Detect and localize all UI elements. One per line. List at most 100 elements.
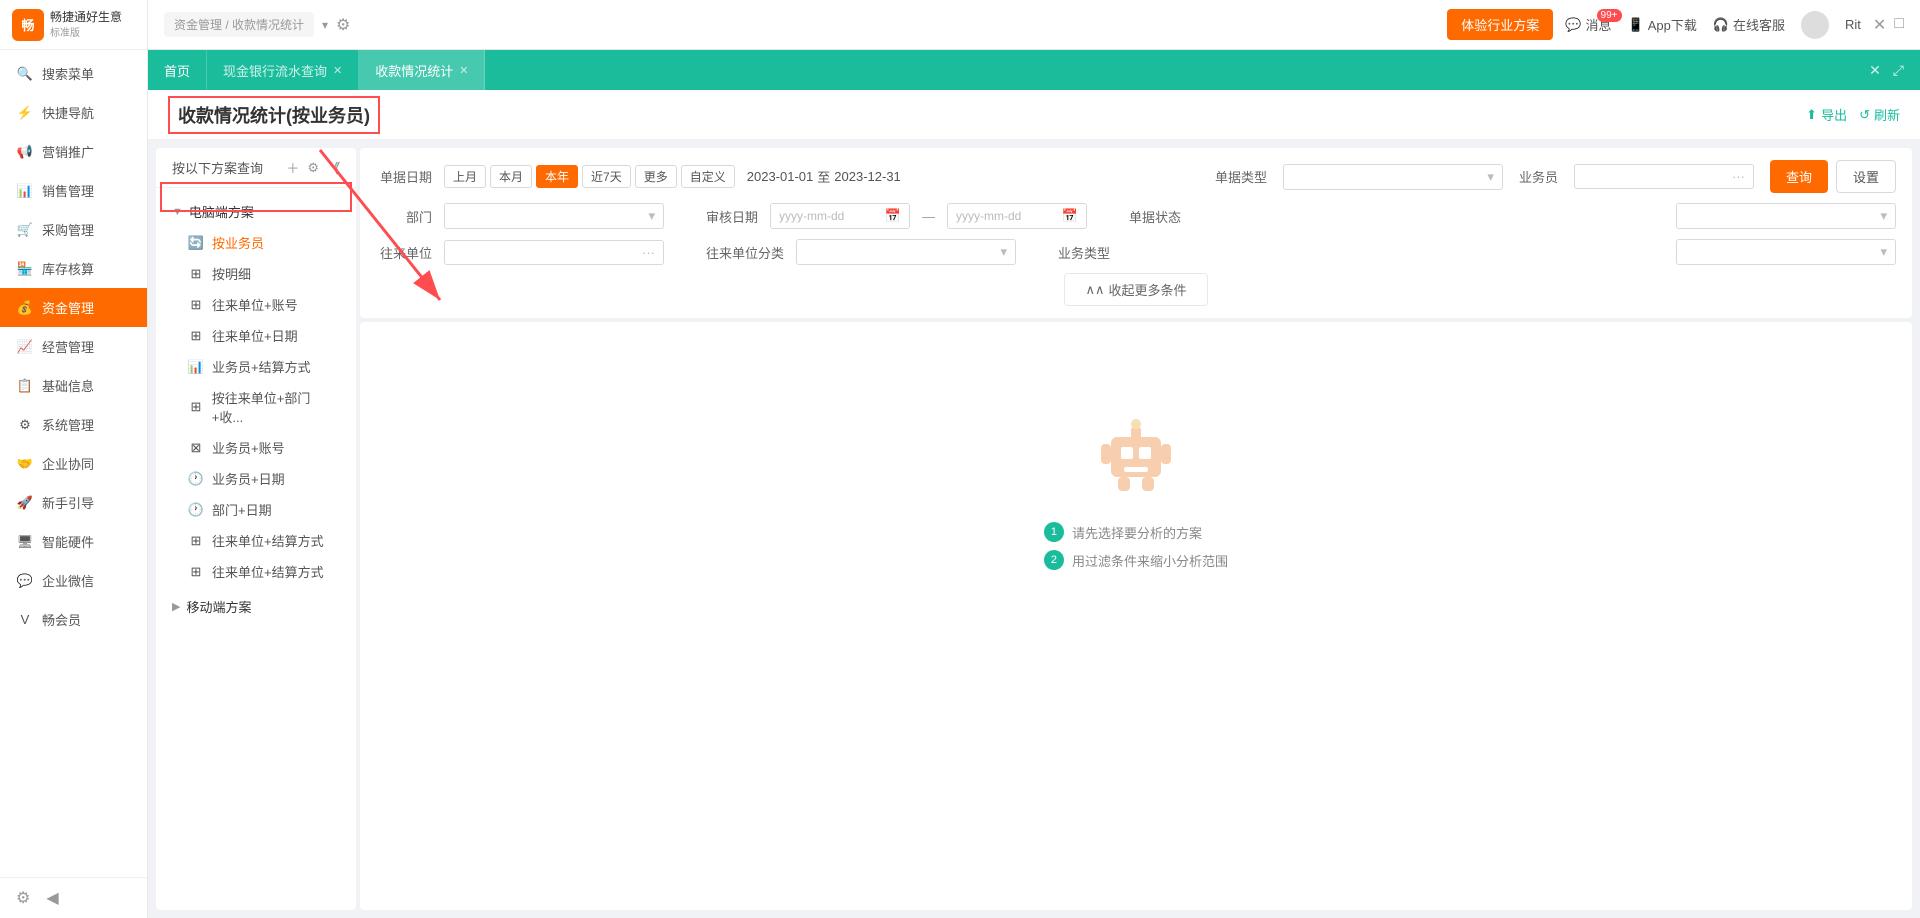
tab-close-collection-stat[interactable]: ✕ <box>459 64 468 77</box>
scheme-panel-header: 按以下方案查询 ＋ ⚙ 《 <box>156 148 356 188</box>
refresh-btn[interactable]: ↺ 刷新 <box>1859 105 1900 124</box>
tab-collection-stat[interactable]: 收款情况统计✕ <box>359 50 485 90</box>
review-date-end[interactable]: yyyy-mm-dd 📅 <box>947 203 1087 229</box>
manage-scheme-icon[interactable]: ⚙ <box>307 160 319 176</box>
review-date-start[interactable]: yyyy-mm-dd 📅 <box>770 203 910 229</box>
sidebar: 畅 畅捷通好生意 标准版 🔍 搜索菜单 ⚡ 快捷导航 📢 营销推广 📊 销售管理… <box>0 0 148 918</box>
partner-category-label: 往来单位分类 <box>706 243 784 262</box>
scheme-panel-title: 按以下方案查询 <box>172 158 278 177</box>
date-btn-this-year[interactable]: 本年 <box>536 165 578 188</box>
date-btn-last-month[interactable]: 上月 <box>444 165 486 188</box>
sidebar-item-search[interactable]: 🔍 搜索菜单 <box>0 54 147 93</box>
date-btn-7days[interactable]: 近7天 <box>582 165 631 188</box>
sidebar-label-search: 搜索菜单 <box>42 64 94 83</box>
review-date-label: 审核日期 <box>706 207 758 226</box>
window-max-btn[interactable]: □ <box>1894 15 1904 35</box>
scheme-item-dept-date[interactable]: 🕐 部门+日期 <box>156 494 356 525</box>
window-close-btn[interactable]: ✕ <box>1873 15 1886 35</box>
scheme-group-mobile[interactable]: ▶ 移动端方案 <box>156 591 356 622</box>
date-btn-more[interactable]: 更多 <box>635 165 677 188</box>
sidebar-item-marketing[interactable]: 📢 营销推广 <box>0 132 147 171</box>
topbar-gear-icon[interactable]: ⚙ <box>336 15 350 35</box>
sidebar-item-enterprise[interactable]: 🤝 企业协同 <box>0 444 147 483</box>
dept-select[interactable]: ▾ <box>444 203 664 229</box>
query-btn[interactable]: 查询 <box>1770 160 1828 193</box>
topbar-app-download[interactable]: 📱 App下载 <box>1628 15 1697 34</box>
sales-icon: 📊 <box>16 182 34 200</box>
sidebar-item-wechat[interactable]: 💬 企业微信 <box>0 561 147 600</box>
enterprise-icon: 🤝 <box>16 455 34 473</box>
sidebar-item-warehouse[interactable]: 🏪 库存核算 <box>0 249 147 288</box>
scheme-item-salesman-account[interactable]: ⊠ 业务员+账号 <box>156 432 356 463</box>
export-btn[interactable]: ⬆ 导出 <box>1806 105 1847 124</box>
setting-btn[interactable]: 设置 <box>1836 160 1896 193</box>
trial-btn[interactable]: 体验行业方案 <box>1447 9 1553 40</box>
sidebar-item-quick-nav[interactable]: ⚡ 快捷导航 <box>0 93 147 132</box>
sidebar-item-guide[interactable]: 🚀 新手引导 <box>0 483 147 522</box>
partner-category-select[interactable]: ▾ <box>796 239 1016 265</box>
topbar-right: 💬 消息 99+ 📱 App下载 🎧 在线客服 Rit <box>1565 11 1861 39</box>
scheme-item-partner-account[interactable]: ⊞ 往来单位+账号 <box>156 289 356 320</box>
scheme-item-by-detail[interactable]: ⊞ 按明细 <box>156 258 356 289</box>
doc-status-label: 单据状态 <box>1129 207 1181 226</box>
filter-row-3: 往来单位 ··· 往来单位分类 ▾ 业务类型 <box>376 239 1896 265</box>
page-header: 收款情况统计(按业务员) ⬆ 导出 ↺ 刷新 <box>148 90 1920 140</box>
collapse-btn[interactable]: ∧∧ 收起更多条件 <box>1064 273 1207 306</box>
sidebar-item-smart-hw[interactable]: 🖥 智能硬件 <box>0 522 147 561</box>
user-avatar[interactable] <box>1801 11 1829 39</box>
doc-status-select[interactable]: ▾ <box>1676 203 1896 229</box>
sidebar-item-business[interactable]: 📈 经营管理 <box>0 327 147 366</box>
date-separator: 至 <box>817 167 830 186</box>
scheme-item-salesman-date[interactable]: 🕐 业务员+日期 <box>156 463 356 494</box>
business-type-select[interactable]: ▾ <box>1676 239 1896 265</box>
date-btn-this-month[interactable]: 本月 <box>490 165 532 188</box>
scheme-group-pc[interactable]: ▼ 电脑端方案 <box>156 196 356 227</box>
filter-row1-right: 单据类型 ▾ 业务员 ··· 查询 <box>1215 160 1896 193</box>
scheme-item-label-partner-payment1: 往来单位+结算方式 <box>212 531 324 550</box>
sidebar-item-sales[interactable]: 📊 销售管理 <box>0 171 147 210</box>
topbar-dropdown-icon[interactable]: ▾ <box>322 18 328 32</box>
tab-home[interactable]: 首页 <box>148 50 207 90</box>
marketing-icon: 📢 <box>16 143 34 161</box>
window-controls: ✕ □ <box>1873 15 1904 35</box>
collapse-row: ∧∧ 收起更多条件 <box>376 273 1896 306</box>
scheme-item-label-by-salesman: 按业务员 <box>212 233 264 252</box>
scheme-item-by-salesman[interactable]: 🔄 按业务员 <box>156 227 356 258</box>
collapse-scheme-icon[interactable]: 《 <box>327 158 340 177</box>
sidebar-settings-icon[interactable]: ⚙ <box>16 888 30 908</box>
partner-select[interactable]: ··· <box>444 240 664 265</box>
date-label: 单据日期 <box>376 167 432 186</box>
tab-close-icon[interactable]: ✕ <box>1869 62 1881 79</box>
scheme-item-partner-dept-collect[interactable]: ⊞ 按往来单位+部门+收... <box>156 382 356 432</box>
sidebar-item-finance[interactable]: 💰 资金管理 <box>0 288 147 327</box>
pc-group-label: 电脑端方案 <box>189 202 254 221</box>
scheme-item-salesman-payment[interactable]: 📊 业务员+结算方式 <box>156 351 356 382</box>
calendar-start-icon[interactable]: 📅 <box>885 208 901 224</box>
tab-close-bank-flow[interactable]: ✕ <box>333 64 342 77</box>
scheme-items-list: 🔄 按业务员 ⊞ 按明细 ⊞ 往来单位+账号 ⊞ 往来单位+日期 📊 业务员+结… <box>156 227 356 587</box>
sidebar-collapse-icon[interactable]: ◀ <box>46 888 58 908</box>
sidebar-label-guide: 新手引导 <box>42 493 94 512</box>
doc-type-select[interactable]: ▾ <box>1283 164 1503 190</box>
salesman-select[interactable]: ··· <box>1574 164 1754 189</box>
msg-badge: 99+ <box>1597 9 1622 22</box>
add-scheme-icon[interactable]: ＋ <box>286 158 299 177</box>
scheme-item-partner-date[interactable]: ⊞ 往来单位+日期 <box>156 320 356 351</box>
sidebar-item-base-info[interactable]: 📋 基础信息 <box>0 366 147 405</box>
calendar-end-icon[interactable]: 📅 <box>1062 208 1078 224</box>
sidebar-item-system[interactable]: ⚙ 系统管理 <box>0 405 147 444</box>
topbar-msg-btn[interactable]: 💬 消息 99+ <box>1565 15 1611 34</box>
tab-expand-icon[interactable]: ⤢ <box>1893 62 1904 79</box>
topbar-service-btn[interactable]: 🎧 在线客服 <box>1713 15 1785 34</box>
sidebar-label-marketing: 营销推广 <box>42 142 94 161</box>
scheme-item-partner-payment2[interactable]: ⊞ 往来单位+结算方式 <box>156 556 356 587</box>
sidebar-item-member[interactable]: V 畅会员 <box>0 600 147 639</box>
user-name: Rit <box>1845 17 1861 32</box>
sidebar-label-smart-hw: 智能硬件 <box>42 532 94 551</box>
date-btn-custom[interactable]: 自定义 <box>681 165 735 188</box>
tab-bank-flow[interactable]: 现金银行流水查询✕ <box>207 50 359 90</box>
sidebar-item-purchase[interactable]: 🛒 采购管理 <box>0 210 147 249</box>
sidebar-label-business: 经营管理 <box>42 337 94 356</box>
sidebar-label-wechat: 企业微信 <box>42 571 94 590</box>
scheme-item-partner-payment1[interactable]: ⊞ 往来单位+结算方式 <box>156 525 356 556</box>
